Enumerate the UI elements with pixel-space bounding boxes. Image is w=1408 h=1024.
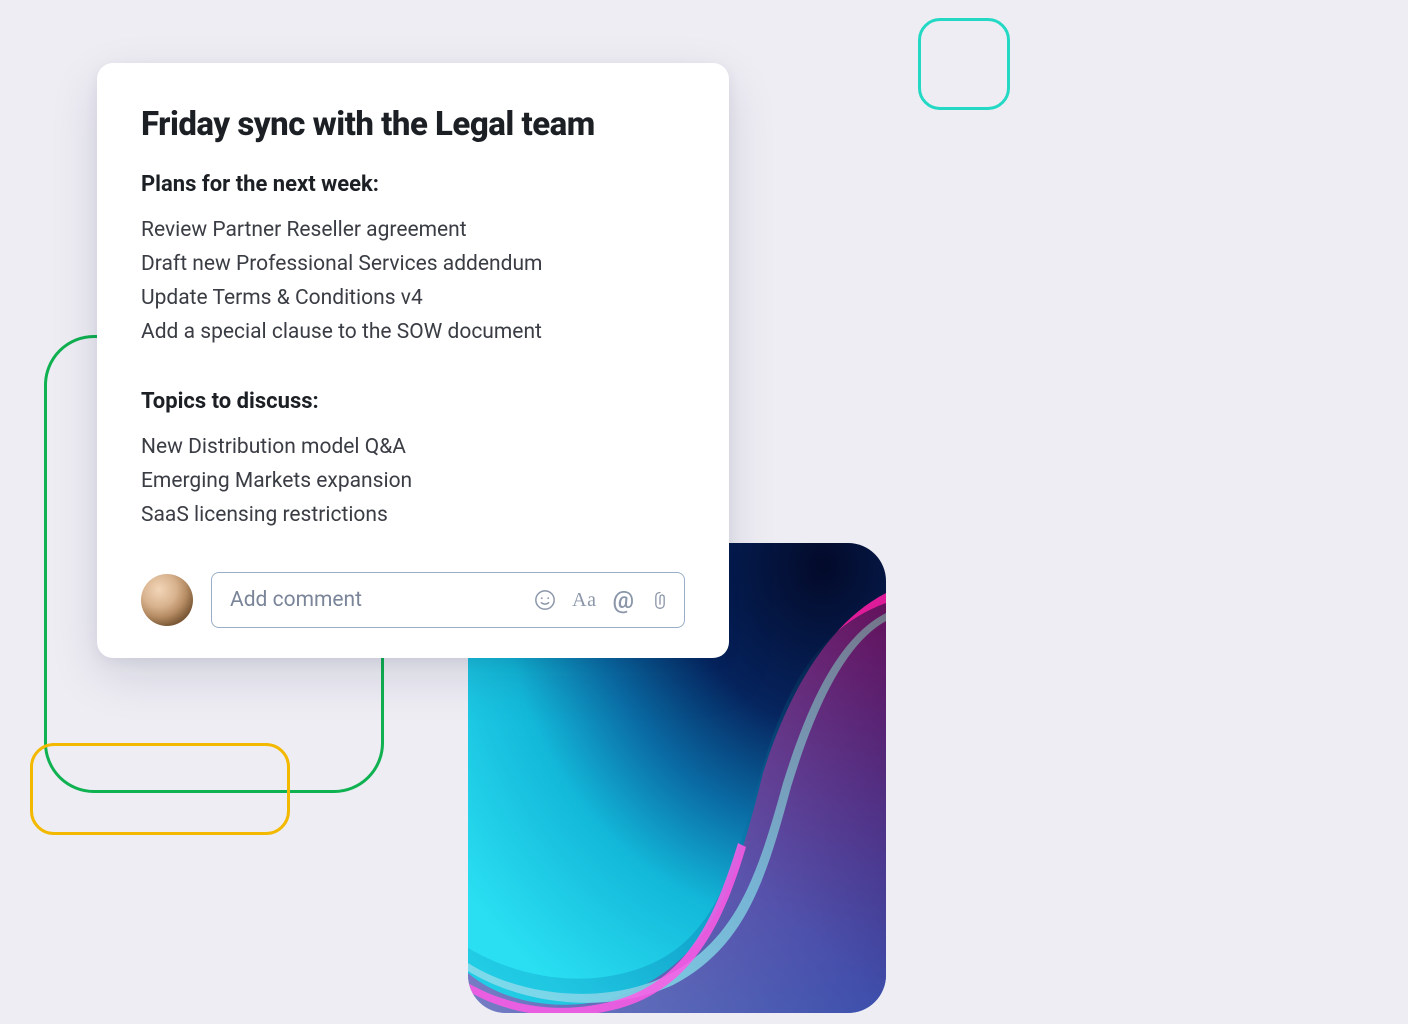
paperclip-icon[interactable] bbox=[650, 588, 670, 612]
list-item: SaaS licensing restrictions bbox=[141, 498, 685, 532]
avatar[interactable] bbox=[141, 574, 193, 626]
input-icon-group: Aa @ bbox=[534, 586, 670, 614]
list-item: Review Partner Reseller agreement bbox=[141, 213, 685, 247]
teal-rounded-shape bbox=[918, 18, 1010, 110]
section-body-topics: New Distribution model Q&A Emerging Mark… bbox=[141, 430, 685, 532]
comment-input[interactable]: Add comment Aa @ bbox=[211, 572, 685, 628]
yellow-rounded-shape bbox=[30, 743, 290, 835]
section-plans: Plans for the next week: Review Partner … bbox=[141, 172, 685, 349]
emoji-icon[interactable] bbox=[534, 589, 556, 611]
mention-icon[interactable]: @ bbox=[612, 586, 634, 614]
section-heading-plans: Plans for the next week: bbox=[141, 172, 685, 197]
list-item: Draft new Professional Services addendum bbox=[141, 247, 685, 281]
list-item: Update Terms & Conditions v4 bbox=[141, 281, 685, 315]
meeting-note-card: Friday sync with the Legal team Plans fo… bbox=[97, 63, 729, 658]
list-item: Emerging Markets expansion bbox=[141, 464, 685, 498]
comment-placeholder: Add comment bbox=[230, 588, 534, 612]
list-item: New Distribution model Q&A bbox=[141, 430, 685, 464]
text-format-icon[interactable]: Aa bbox=[572, 589, 596, 612]
section-heading-topics: Topics to discuss: bbox=[141, 389, 685, 414]
list-item: Add a special clause to the SOW document bbox=[141, 315, 685, 349]
card-title: Friday sync with the Legal team bbox=[141, 105, 685, 144]
comment-input-row: Add comment Aa @ bbox=[141, 572, 685, 628]
section-body-plans: Review Partner Reseller agreement Draft … bbox=[141, 213, 685, 349]
section-topics: Topics to discuss: New Distribution mode… bbox=[141, 389, 685, 532]
